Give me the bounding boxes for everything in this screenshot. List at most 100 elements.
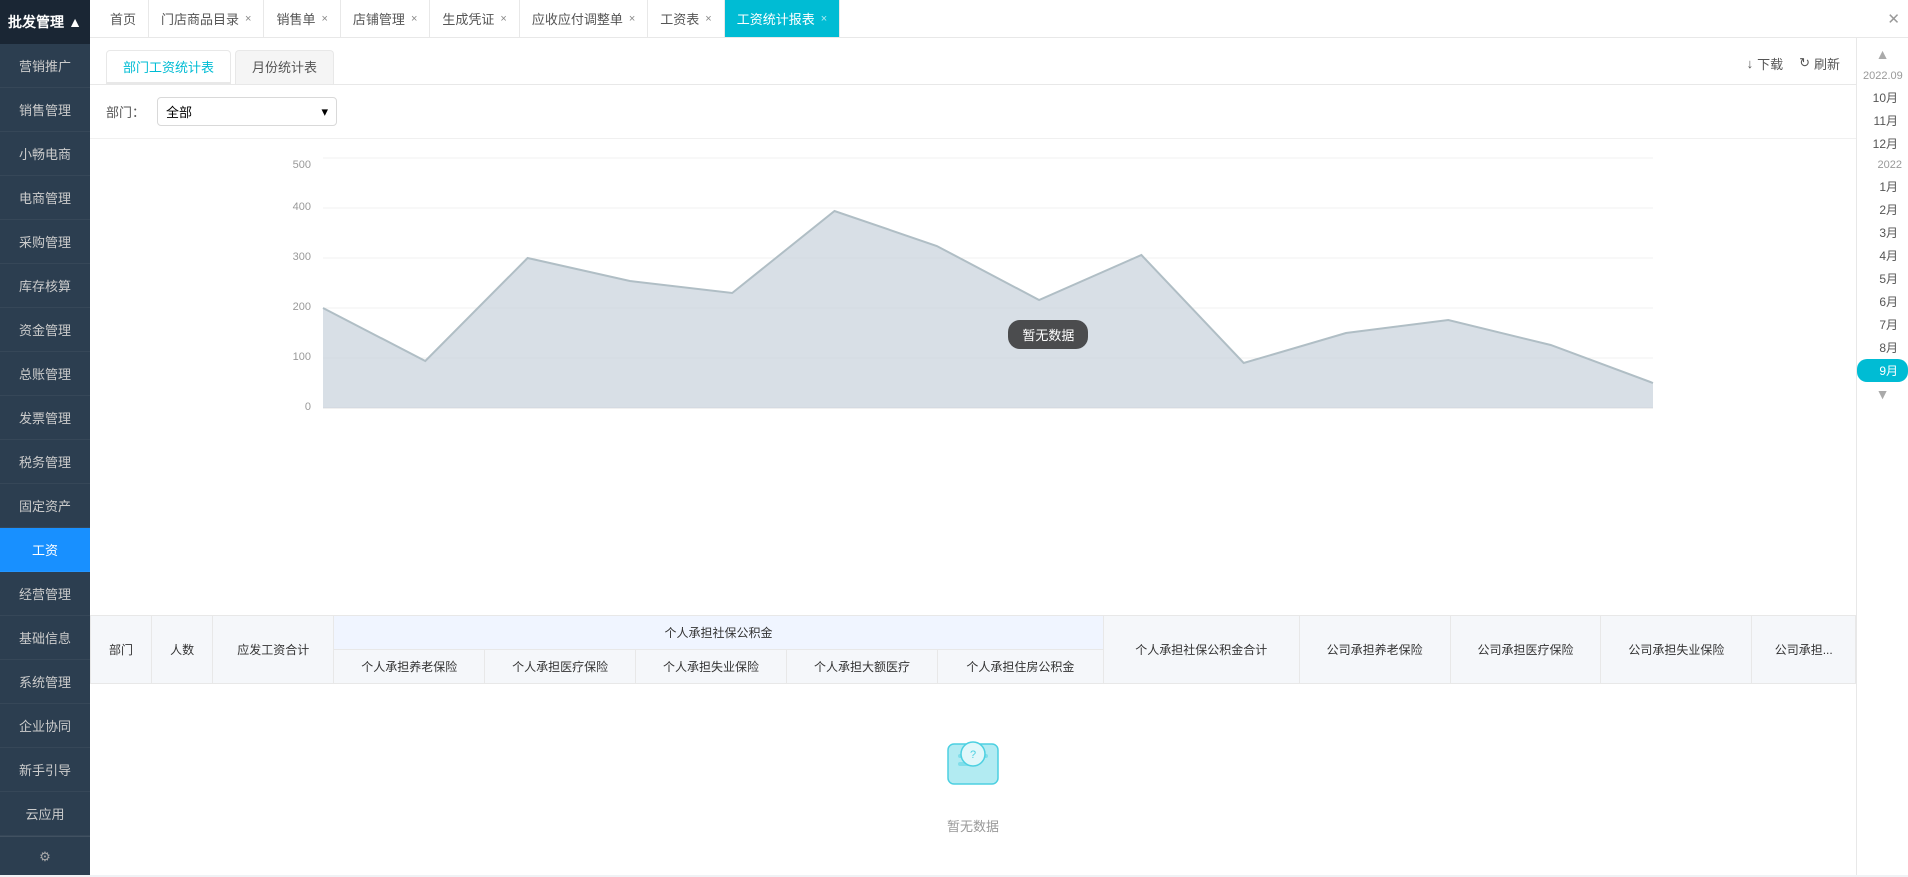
download-button[interactable]: ↓ 下载 [1747, 54, 1784, 73]
sidebar-item-marketing[interactable]: 营销推广 [0, 44, 90, 88]
timeline-up-icon[interactable]: ▲ [1872, 42, 1894, 66]
svg-text:0: 0 [305, 401, 311, 413]
col-personal-sum: 个人承担社保公积金合计 [1103, 616, 1299, 684]
col-total-salary: 应发工资合计 [213, 616, 334, 684]
sidebar-item-invoice[interactable]: 发票管理 [0, 396, 90, 440]
sub-tabs-bar: 部门工资统计表 月份统计表 ↓ 下载 ↻ 刷新 [90, 38, 1856, 85]
tab-close-adjustment[interactable]: × [629, 13, 635, 25]
col-personal-housing: 个人承担住房公积金 [937, 650, 1103, 684]
sidebar-item-ecommerce[interactable]: 电商管理 [0, 176, 90, 220]
sidebar-item-system[interactable]: 系统管理 [0, 660, 90, 704]
sidebar-item-inventory[interactable]: 库存核算 [0, 264, 90, 308]
timeline-month-mar[interactable]: 3月 [1857, 221, 1908, 244]
timeline-year-current: 2022 [1857, 155, 1908, 175]
sidebar-header[interactable]: 批发管理 ▲ [0, 0, 90, 44]
sidebar-item-salary[interactable]: 工资 [0, 528, 90, 572]
tab-bar: 首页 门店商品目录 × 销售单 × 店铺管理 × 生成凭证 × 应收应付调整单 … [90, 0, 1908, 38]
refresh-button[interactable]: ↻ 刷新 [1799, 54, 1840, 73]
tab-close-payroll[interactable]: × [705, 13, 711, 25]
chart-area-fill [323, 211, 1653, 408]
tab-home[interactable]: 首页 [98, 0, 149, 38]
close-all-icon[interactable]: ✕ [1887, 10, 1900, 28]
svg-text:?: ? [970, 749, 976, 761]
timeline-month-may[interactable]: 5月 [1857, 267, 1908, 290]
empty-illustration: ? [933, 724, 1013, 804]
timeline-month-apr[interactable]: 4月 [1857, 244, 1908, 267]
tab-sales[interactable]: 销售单 × [264, 0, 340, 38]
timeline-month-jul[interactable]: 7月 [1857, 313, 1908, 336]
tab-close-generate-voucher[interactable]: × [500, 13, 506, 25]
sidebar-item-cloud[interactable]: 云应用 [0, 792, 90, 836]
svg-text:500: 500 [293, 159, 311, 171]
sidebar: 批发管理 ▲ 营销推广 销售管理 小畅电商 电商管理 采购管理 库存核算 资金管… [0, 0, 90, 875]
filter-bar: 部门： 全部 ▾ [90, 85, 1856, 139]
timeline-month-jan[interactable]: 1月 [1857, 175, 1908, 198]
timeline-month-sep[interactable]: 9月 [1857, 359, 1908, 382]
sidebar-toggle-icon: ▲ [68, 14, 82, 30]
salary-table: 部门 人数 应发工资合计 个人承担社保公积金 个人承担社保公积金合计 公司承担养… [90, 615, 1856, 684]
timeline-month-aug[interactable]: 8月 [1857, 336, 1908, 359]
toolbar-actions: ↓ 下载 ↻ 刷新 [1747, 54, 1840, 81]
timeline-panel: ▲ 2022.09 10月 11月 12月 2022 1月 2月 3月 4月 5… [1856, 38, 1908, 875]
chevron-down-icon: ▾ [321, 104, 328, 120]
col-company-pension: 公司承担养老保险 [1299, 616, 1450, 684]
svg-text:200: 200 [293, 301, 311, 313]
subtab-dept[interactable]: 部门工资统计表 [106, 50, 231, 84]
sidebar-title: 批发管理 [8, 12, 64, 32]
timeline-month-jun[interactable]: 6月 [1857, 290, 1908, 313]
col-personal-unemployment: 个人承担失业保险 [636, 650, 787, 684]
tab-close-shop-manage[interactable]: × [411, 13, 417, 25]
tab-payroll[interactable]: 工资表 × [648, 0, 724, 38]
download-icon: ↓ [1747, 56, 1754, 71]
col-personal-medical: 个人承担医疗保险 [485, 650, 636, 684]
sidebar-item-purchase[interactable]: 采购管理 [0, 220, 90, 264]
filter-dept-label: 部门： [106, 102, 145, 121]
tab-close-salary-report[interactable]: × [821, 13, 827, 25]
sidebar-item-basic[interactable]: 基础信息 [0, 616, 90, 660]
sidebar-item-assets[interactable]: 固定资产 [0, 484, 90, 528]
sidebar-item-tax[interactable]: 税务管理 [0, 440, 90, 484]
timeline-month-oct[interactable]: 10月 [1857, 86, 1908, 109]
col-dept: 部门 [91, 616, 152, 684]
col-personal-bigmedical: 个人承担大额医疗 [787, 650, 938, 684]
sidebar-settings[interactable]: ⚙ [0, 836, 90, 877]
settings-icon: ⚙ [39, 849, 51, 864]
timeline-month-dec[interactable]: 12月 [1857, 132, 1908, 155]
timeline-year-2022: 2022.09 [1857, 66, 1908, 86]
tab-adjustment[interactable]: 应收应付调整单 × [520, 0, 648, 38]
tab-store-catalog[interactable]: 门店商品目录 × [149, 0, 264, 38]
filter-dept-value: 全部 [166, 102, 192, 121]
sidebar-item-operations[interactable]: 经营管理 [0, 572, 90, 616]
content-area: 部门工资统计表 月份统计表 ↓ 下载 ↻ 刷新 [90, 38, 1908, 875]
main-area: 首页 门店商品目录 × 销售单 × 店铺管理 × 生成凭证 × 应收应付调整单 … [90, 0, 1908, 875]
subtab-month[interactable]: 月份统计表 [235, 50, 334, 84]
sidebar-item-xiaochangecom[interactable]: 小畅电商 [0, 132, 90, 176]
table-scroll[interactable]: 部门 人数 应发工资合计 个人承担社保公积金 个人承担社保公积金合计 公司承担养… [90, 615, 1856, 875]
sidebar-item-ledger[interactable]: 总账管理 [0, 352, 90, 396]
col-company-more: 公司承担... [1752, 616, 1856, 684]
empty-text: 暂无数据 [947, 816, 999, 835]
tab-salary-report[interactable]: 工资统计报表 × [725, 0, 840, 38]
timeline-month-nov[interactable]: 11月 [1857, 109, 1908, 132]
svg-text:300: 300 [293, 251, 311, 263]
tab-generate-voucher[interactable]: 生成凭证 × [430, 0, 519, 38]
empty-state: ? 暂无数据 [90, 684, 1856, 875]
sidebar-item-enterprise[interactable]: 企业协同 [0, 704, 90, 748]
timeline-down-icon[interactable]: ▼ [1872, 382, 1894, 406]
chart-area: 0 100 200 300 400 500 [90, 139, 1856, 615]
svg-text:400: 400 [293, 201, 311, 213]
tab-shop-manage[interactable]: 店铺管理 × [341, 0, 430, 38]
sidebar-item-sales[interactable]: 销售管理 [0, 88, 90, 132]
sidebar-item-finance[interactable]: 资金管理 [0, 308, 90, 352]
col-company-medical: 公司承担医疗保险 [1450, 616, 1601, 684]
tab-close-store-catalog[interactable]: × [245, 13, 251, 25]
svg-text:100: 100 [293, 351, 311, 363]
area-chart: 0 100 200 300 400 500 [106, 155, 1840, 415]
page-content: 部门工资统计表 月份统计表 ↓ 下载 ↻ 刷新 [90, 38, 1856, 875]
tab-close-sales[interactable]: × [321, 13, 327, 25]
col-personal-pension: 个人承担养老保险 [334, 650, 485, 684]
sidebar-item-guide[interactable]: 新手引导 [0, 748, 90, 792]
timeline-month-feb[interactable]: 2月 [1857, 198, 1908, 221]
filter-dept-select[interactable]: 全部 ▾ [157, 97, 337, 126]
tab-bar-actions: ✕ [1879, 10, 1900, 28]
